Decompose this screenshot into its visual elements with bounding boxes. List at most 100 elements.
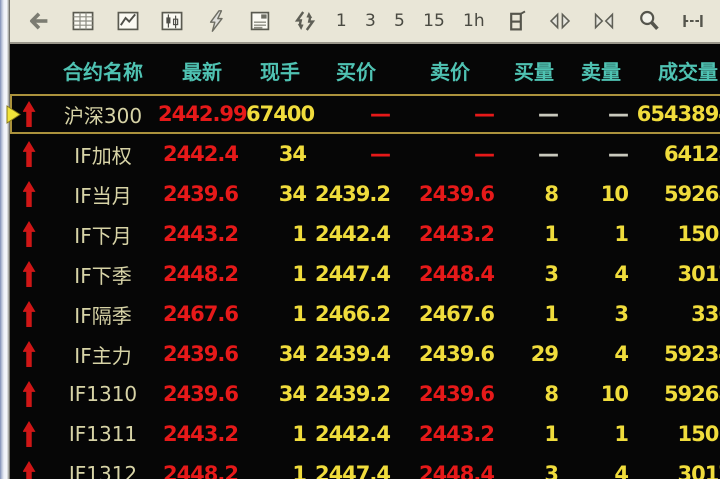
total-volume: 1501 <box>677 422 720 446</box>
bid-volume: 1 <box>544 422 559 446</box>
contract-name: IF1312 <box>68 462 138 479</box>
up-arrow-icon <box>22 261 36 287</box>
current-volume: 1 <box>292 302 307 326</box>
period-15-button[interactable]: 15 <box>423 11 445 31</box>
table-row[interactable]: 沪深300 2442.99 67400 — — — — 6543894 <box>10 94 720 134</box>
header-bid-volume[interactable]: 买量 <box>502 56 566 85</box>
collapse-horizontal-icon[interactable] <box>591 8 617 34</box>
total-volume: 6543894 <box>636 102 720 126</box>
ask-volume: 4 <box>614 262 629 286</box>
header-ask-price[interactable]: 卖价 <box>398 56 502 85</box>
ask-price: 2448.4 <box>418 462 495 479</box>
header-ask-volume[interactable]: 卖量 <box>566 56 636 85</box>
table-header: 合约名称 最新 现手 买价 卖价 买量 卖量 成交量 <box>10 46 720 94</box>
contract-name: IF当月 <box>74 183 132 208</box>
bid-volume: 8 <box>544 382 559 406</box>
last-price: 2448.2 <box>162 462 239 479</box>
ask-volume: 4 <box>614 462 629 479</box>
bid-price: 2466.2 <box>314 302 391 326</box>
up-arrow-icon <box>22 221 36 247</box>
total-volume: 3017 <box>677 262 720 286</box>
bid-price: 2447.4 <box>314 462 391 479</box>
last-price: 2467.6 <box>162 302 239 326</box>
header-total-volume[interactable]: 成交量 <box>636 56 720 85</box>
table-row[interactable]: IF下季 2448.2 1 2447.4 2448.4 3 4 3017 <box>10 254 720 294</box>
current-volume: 1 <box>292 422 307 446</box>
bid-volume: 3 <box>544 262 559 286</box>
table-row[interactable]: IF下月 2443.2 1 2442.4 2443.2 1 1 1501 <box>10 214 720 254</box>
up-arrow-icon <box>22 381 36 407</box>
lightning-icon[interactable] <box>203 8 229 34</box>
bid-price: 2439.2 <box>314 382 391 406</box>
current-volume: 1 <box>292 222 307 246</box>
ask-price: 2439.6 <box>418 182 495 206</box>
last-price: 2439.6 <box>162 382 239 406</box>
up-arrow-icon <box>22 341 36 367</box>
bid-price: 2442.4 <box>314 422 391 446</box>
report-icon[interactable] <box>247 8 273 34</box>
candlestick-chart-icon[interactable] <box>159 8 185 34</box>
ask-volume: 10 <box>600 382 629 406</box>
last-price: 2443.2 <box>162 422 239 446</box>
table-row[interactable]: IF当月 2439.6 34 2439.2 2439.6 8 10 59268 <box>10 174 720 214</box>
header-last-price[interactable]: 最新 <box>158 56 246 85</box>
total-volume: 3017 <box>677 462 720 479</box>
table-row[interactable]: IF1310 2439.6 34 2439.2 2439.6 8 10 5926… <box>10 374 720 414</box>
table-row[interactable]: IF加权 2442.4 34 — — — — 64128 <box>10 134 720 174</box>
header-current-volume[interactable]: 现手 <box>246 56 314 85</box>
ask-price: — <box>474 102 495 126</box>
table-body: 沪深300 2442.99 67400 — — — — 6543894 IF加权… <box>10 94 720 479</box>
trend-cell <box>10 461 48 479</box>
last-price: 2439.6 <box>162 182 239 206</box>
measure-width-icon[interactable] <box>680 8 706 34</box>
table-row[interactable]: IF1312 2448.2 1 2447.4 2448.4 3 4 3017 <box>10 454 720 479</box>
header-contract-name[interactable]: 合约名称 <box>48 56 158 85</box>
ask-volume: 10 <box>600 182 629 206</box>
header-bid-price[interactable]: 买价 <box>314 56 398 85</box>
trend-cell <box>10 221 48 247</box>
bid-price: 2439.4 <box>314 342 391 366</box>
last-price: 2442.99 <box>158 102 248 126</box>
last-price: 2442.4 <box>162 142 239 166</box>
trend-cell <box>10 261 48 287</box>
contract-name: IF下季 <box>74 263 132 288</box>
toolbar: 1 3 5 15 1h <box>10 0 720 44</box>
contract-name: IF加权 <box>74 143 132 168</box>
ask-volume: 1 <box>614 422 629 446</box>
table-row[interactable]: IF1311 2443.2 1 2442.4 2443.2 1 1 1501 <box>10 414 720 454</box>
total-volume: 59234 <box>663 342 720 366</box>
current-volume: 34 <box>278 182 307 206</box>
contract-name: 沪深300 <box>63 103 143 128</box>
quote-table-icon[interactable] <box>70 8 96 34</box>
total-volume: 59268 <box>663 182 720 206</box>
refresh-arrows-icon[interactable] <box>292 8 318 34</box>
last-price: 2439.6 <box>162 342 239 366</box>
trend-cell <box>10 381 48 407</box>
last-price: 2443.2 <box>162 222 239 246</box>
ask-volume: — <box>608 142 629 166</box>
ask-price: 2467.6 <box>418 302 495 326</box>
period-3-button[interactable]: 3 <box>365 11 376 31</box>
bid-volume: — <box>538 142 559 166</box>
current-volume: 34 <box>278 342 307 366</box>
table-row[interactable]: IF隔季 2467.6 1 2466.2 2467.6 1 3 336 <box>10 294 720 334</box>
back-arrow-icon[interactable] <box>26 8 52 34</box>
day-candle-icon[interactable] <box>503 8 529 34</box>
ask-price: 2439.6 <box>418 342 495 366</box>
ask-volume: 3 <box>614 302 629 326</box>
ask-volume: 4 <box>614 342 629 366</box>
current-volume: 34 <box>278 142 307 166</box>
period-1-button[interactable]: 1 <box>336 11 347 31</box>
period-5-button[interactable]: 5 <box>394 11 405 31</box>
line-chart-icon[interactable] <box>115 8 141 34</box>
current-volume: 1 <box>292 462 307 479</box>
bid-price: 2442.4 <box>314 222 391 246</box>
up-arrow-icon <box>22 141 36 167</box>
selection-marker <box>6 104 21 124</box>
trend-cell <box>10 141 48 167</box>
contract-name: IF1310 <box>68 382 138 406</box>
magnifier-icon[interactable] <box>636 8 662 34</box>
table-row[interactable]: IF主力 2439.6 34 2439.4 2439.6 29 4 59234 <box>10 334 720 374</box>
expand-horizontal-icon[interactable] <box>547 8 573 34</box>
period-1h-button[interactable]: 1h <box>463 11 485 31</box>
